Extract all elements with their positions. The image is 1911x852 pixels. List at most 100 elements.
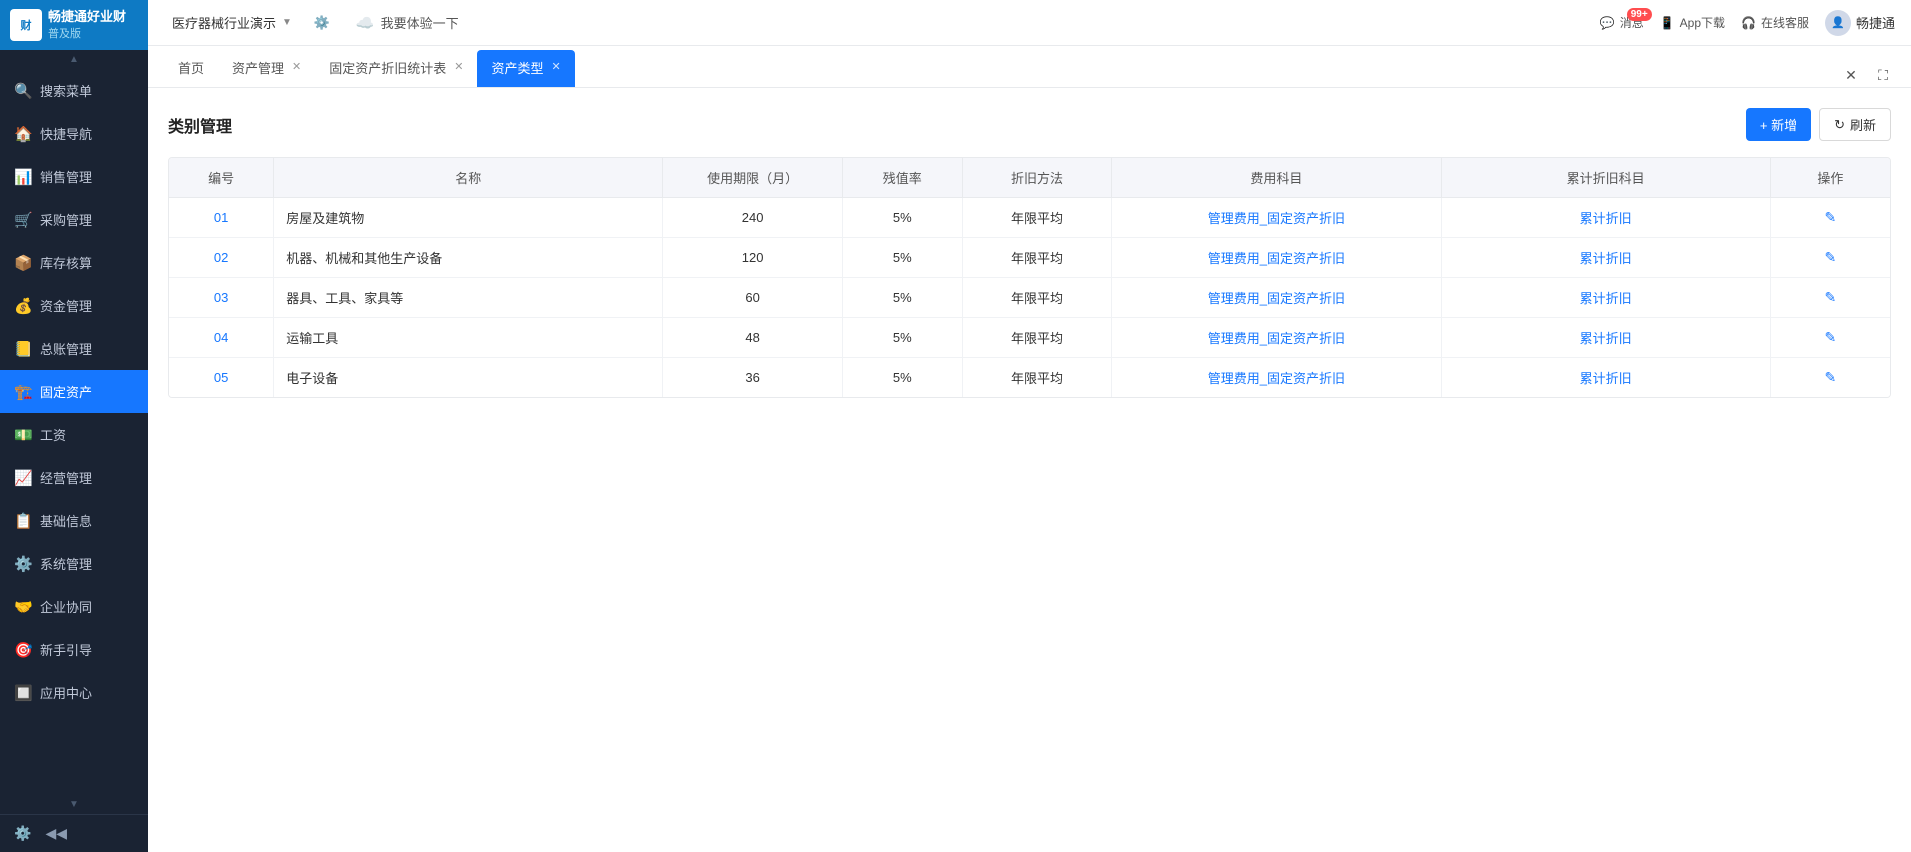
sidebar-item-sales[interactable]: 📊 销售管理 bbox=[0, 155, 148, 198]
sidebar-item-quick-nav[interactable]: 🏠 快捷导航 bbox=[0, 112, 148, 155]
edit-button[interactable]: ✎ bbox=[1770, 198, 1890, 238]
tab-depreciation-label: 固定资产折旧统计表 bbox=[329, 58, 446, 77]
window-maximize-button[interactable]: ⛶ bbox=[1871, 63, 1895, 87]
purchase-icon: 🛒 bbox=[14, 211, 32, 229]
cell-name: 房屋及建筑物 bbox=[274, 198, 663, 238]
messages-button[interactable]: 💬 消息 99+ bbox=[1600, 14, 1644, 31]
header-actions: + 新增 ↻ 刷新 bbox=[1746, 108, 1891, 141]
workspace-settings-button[interactable]: ⚙️ bbox=[308, 9, 336, 37]
sidebar-item-ledger[interactable]: 📒 总账管理 bbox=[0, 327, 148, 370]
avatar: 👤 bbox=[1825, 10, 1851, 36]
header-right: 💬 消息 99+ 📱 App下载 🎧 在线客服 👤 畅捷通 bbox=[1600, 10, 1895, 36]
sidebar-item-cooperation[interactable]: 🤝 企业协同 bbox=[0, 585, 148, 628]
ledger-icon: 📒 bbox=[14, 340, 32, 358]
edit-button[interactable]: ✎ bbox=[1770, 318, 1890, 358]
sidebar-item-fixed-assets[interactable]: 🏗️ 固定资产 bbox=[0, 370, 148, 413]
settings-icon[interactable]: ⚙️ bbox=[14, 825, 31, 842]
user-info[interactable]: 👤 畅捷通 bbox=[1825, 10, 1895, 36]
scroll-down-arrow[interactable]: ▼ bbox=[69, 799, 79, 810]
sidebar-item-inventory[interactable]: 📦 库存核算 bbox=[0, 241, 148, 284]
cell-accum-account: 累计折旧 bbox=[1441, 358, 1770, 398]
cell-name: 器具、工具、家具等 bbox=[274, 278, 663, 318]
search-icon: 🔍 bbox=[14, 82, 32, 100]
scroll-up-arrow[interactable]: ▲ bbox=[69, 54, 79, 65]
tab-asset-type-close[interactable]: ✕ bbox=[552, 62, 561, 73]
sidebar-item-funds[interactable]: 💰 资金管理 bbox=[0, 284, 148, 327]
sidebar-item-basic-info[interactable]: 📋 基础信息 bbox=[0, 499, 148, 542]
table-row: 03器具、工具、家具等605%年限平均管理费用_固定资产折旧累计折旧✎ bbox=[169, 278, 1890, 318]
operations-icon: 📈 bbox=[14, 469, 32, 487]
col-residual: 残值率 bbox=[842, 158, 962, 198]
sidebar: 财 畅捷通好业财 普及版 ▲ 🔍 搜索菜单 🏠 快捷导航 📊 销售管理 🛒 采购… bbox=[0, 0, 148, 852]
cell-accum-account: 累计折旧 bbox=[1441, 278, 1770, 318]
home-icon: 🏠 bbox=[14, 125, 32, 143]
sidebar-item-guide[interactable]: 🎯 新手引导 bbox=[0, 628, 148, 671]
chevron-down-icon: ▼ bbox=[282, 17, 292, 28]
cell-accum-account: 累计折旧 bbox=[1441, 198, 1770, 238]
table-row: 01房屋及建筑物2405%年限平均管理费用_固定资产折旧累计折旧✎ bbox=[169, 198, 1890, 238]
phone-icon: 📱 bbox=[1660, 16, 1675, 30]
experience-button[interactable]: ☁️ 我要体验一下 bbox=[344, 8, 471, 37]
app-download-button[interactable]: 📱 App下载 bbox=[1660, 14, 1725, 31]
tab-asset-type[interactable]: 资产类型 ✕ bbox=[477, 50, 574, 87]
workspace-selector[interactable]: 医疗器械行业演示 ▼ bbox=[164, 9, 300, 36]
cell-id: 05 bbox=[169, 358, 274, 398]
system-icon: ⚙️ bbox=[14, 555, 32, 573]
edit-button[interactable]: ✎ bbox=[1770, 238, 1890, 278]
header-left: 医疗器械行业演示 ▼ ⚙️ ☁️ 我要体验一下 bbox=[164, 8, 1588, 37]
cell-name: 机器、机械和其他生产设备 bbox=[274, 238, 663, 278]
collapse-icon[interactable]: ◀◀ bbox=[45, 825, 67, 842]
cell-cost-account: 管理费用_固定资产折旧 bbox=[1112, 238, 1441, 278]
workspace-name: 医疗器械行业演示 bbox=[172, 13, 276, 32]
sidebar-item-system[interactable]: ⚙️ 系统管理 bbox=[0, 542, 148, 585]
messages-badge: 99+ bbox=[1627, 8, 1652, 21]
edit-button[interactable]: ✎ bbox=[1770, 278, 1890, 318]
sidebar-footer: ⚙️ ◀◀ bbox=[0, 814, 148, 852]
app-logo: 财 畅捷通好业财 普及版 bbox=[0, 0, 148, 50]
new-button[interactable]: + 新增 bbox=[1746, 108, 1811, 141]
cell-accum-account: 累计折旧 bbox=[1441, 318, 1770, 358]
sidebar-item-search[interactable]: 🔍 搜索菜单 bbox=[0, 69, 148, 112]
payroll-icon: 💵 bbox=[14, 426, 32, 444]
fixed-assets-icon: 🏗️ bbox=[14, 383, 32, 401]
cell-cost-account: 管理费用_固定资产折旧 bbox=[1112, 318, 1441, 358]
cell-residual: 5% bbox=[842, 198, 962, 238]
sidebar-nav: 🔍 搜索菜单 🏠 快捷导航 📊 销售管理 🛒 采购管理 📦 库存核算 💰 资金管… bbox=[0, 69, 148, 795]
sidebar-item-purchase[interactable]: 🛒 采购管理 bbox=[0, 198, 148, 241]
sidebar-item-operations[interactable]: 📈 经营管理 bbox=[0, 456, 148, 499]
cloud-icon: ☁️ bbox=[356, 14, 375, 32]
cell-accum-account: 累计折旧 bbox=[1441, 238, 1770, 278]
data-table: 编号 名称 使用期限（月） 残值率 折旧方法 费用科目 累计折旧科目 操作 01… bbox=[168, 157, 1891, 398]
page-header: 类别管理 + 新增 ↻ 刷新 bbox=[168, 108, 1891, 141]
tab-depreciation-close[interactable]: ✕ bbox=[454, 62, 463, 73]
tab-home-label: 首页 bbox=[178, 58, 204, 77]
col-period: 使用期限（月） bbox=[663, 158, 843, 198]
sales-icon: 📊 bbox=[14, 168, 32, 186]
tab-asset-mgmt[interactable]: 资产管理 ✕ bbox=[218, 50, 315, 87]
cell-name: 电子设备 bbox=[274, 358, 663, 398]
window-close-button[interactable]: ✕ bbox=[1839, 63, 1863, 87]
refresh-button-label: 刷新 bbox=[1850, 115, 1876, 134]
sidebar-item-app-center[interactable]: 🔲 应用中心 bbox=[0, 671, 148, 714]
cell-id: 01 bbox=[169, 198, 274, 238]
sidebar-item-payroll[interactable]: 💵 工资 bbox=[0, 413, 148, 456]
refresh-button[interactable]: ↻ 刷新 bbox=[1819, 108, 1891, 141]
inventory-icon: 📦 bbox=[14, 254, 32, 272]
edit-button[interactable]: ✎ bbox=[1770, 358, 1890, 398]
tab-home[interactable]: 首页 bbox=[164, 50, 218, 87]
tab-asset-mgmt-close[interactable]: ✕ bbox=[292, 62, 301, 73]
cell-residual: 5% bbox=[842, 238, 962, 278]
tab-bar: 首页 资产管理 ✕ 固定资产折旧统计表 ✕ 资产类型 ✕ ✕ ⛶ bbox=[148, 46, 1911, 88]
table-header-row: 编号 名称 使用期限（月） 残值率 折旧方法 费用科目 累计折旧科目 操作 bbox=[169, 158, 1890, 198]
cell-period: 48 bbox=[663, 318, 843, 358]
tab-depreciation-table[interactable]: 固定资产折旧统计表 ✕ bbox=[315, 50, 477, 87]
cooperation-icon: 🤝 bbox=[14, 598, 32, 616]
message-icon: 💬 bbox=[1600, 16, 1615, 30]
refresh-icon: ↻ bbox=[1834, 117, 1845, 133]
cell-method: 年限平均 bbox=[962, 358, 1112, 398]
tab-asset-mgmt-label: 资产管理 bbox=[232, 58, 284, 77]
col-accum-account: 累计折旧科目 bbox=[1441, 158, 1770, 198]
cell-period: 120 bbox=[663, 238, 843, 278]
online-service-button[interactable]: 🎧 在线客服 bbox=[1741, 14, 1809, 31]
new-button-label: + 新增 bbox=[1760, 115, 1797, 134]
